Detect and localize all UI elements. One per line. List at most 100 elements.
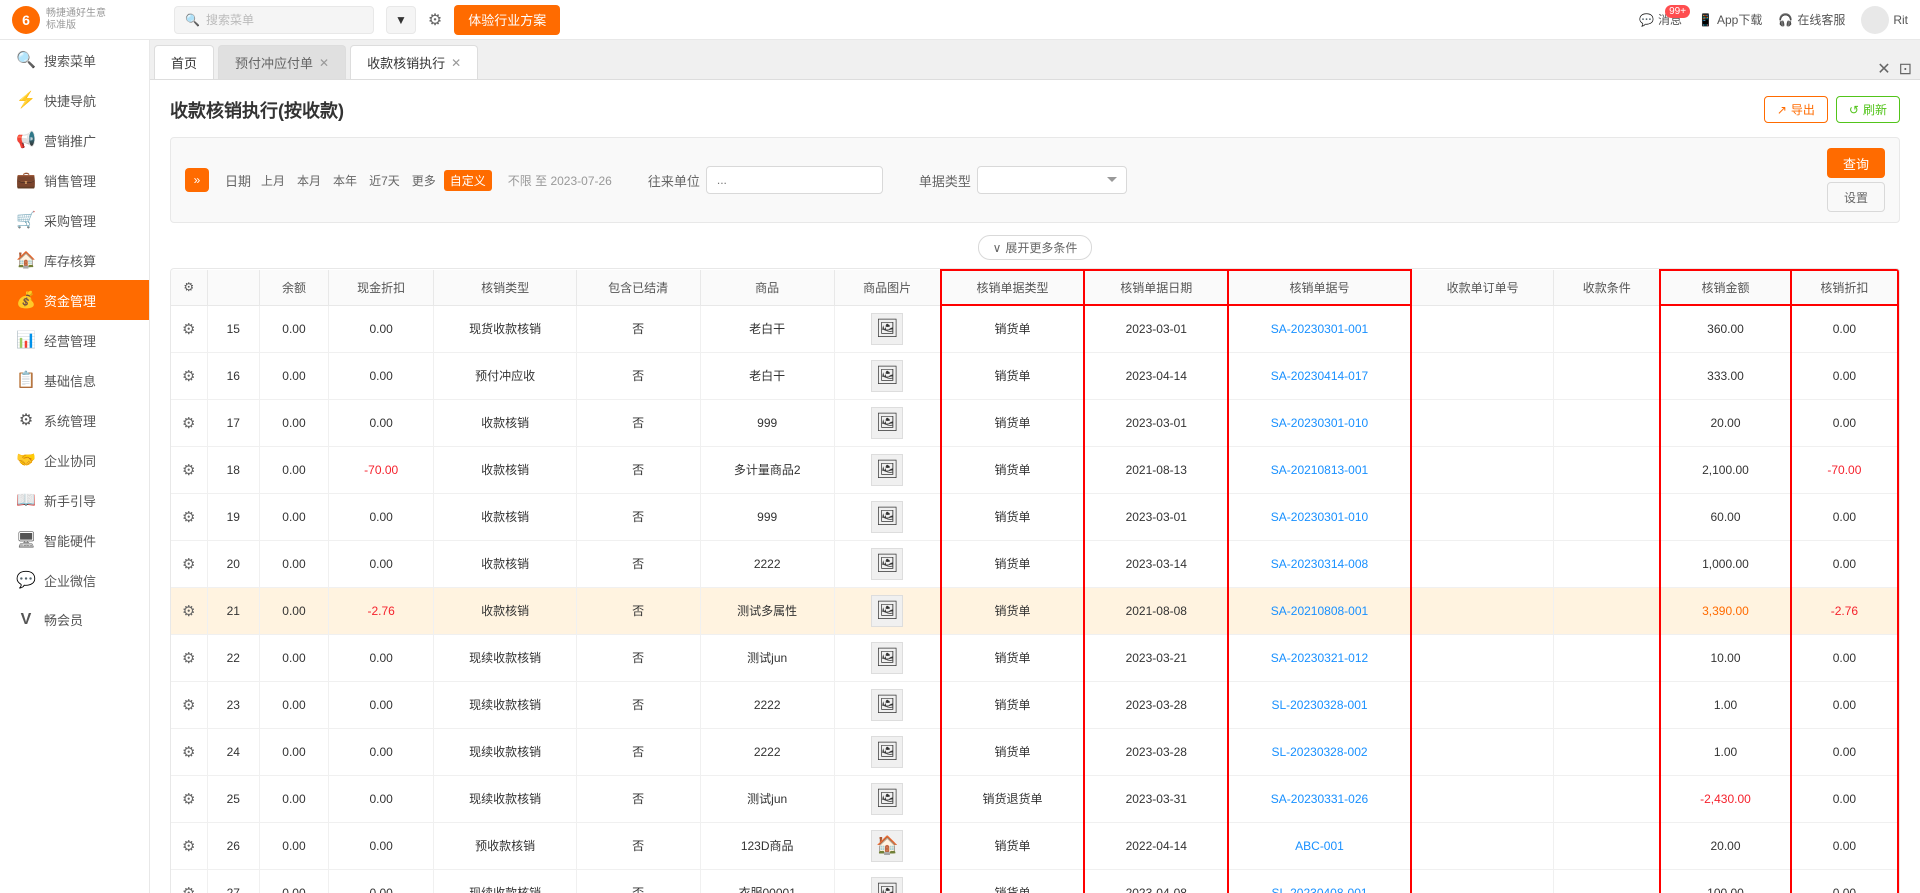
- cell-goods-img[interactable]: 🖼: [834, 728, 940, 775]
- online-service-area[interactable]: 🎧 在线客服: [1778, 11, 1845, 28]
- gear-button[interactable]: ⚙: [428, 10, 442, 30]
- search-box[interactable]: 🔍 搜索菜单: [174, 6, 374, 34]
- cell-gear[interactable]: ⚙: [171, 728, 207, 775]
- goods-image[interactable]: 🖼: [871, 360, 903, 392]
- period-more[interactable]: 更多: [408, 170, 440, 191]
- sidebar-item-collab[interactable]: 🤝 企业协同: [0, 440, 149, 480]
- sidebar-item-inventory[interactable]: 🏠 库存核算: [0, 240, 149, 280]
- cell-gear[interactable]: ⚙: [171, 399, 207, 446]
- sidebar-item-purchase[interactable]: 🛒 采购管理: [0, 200, 149, 240]
- cell-goods-img[interactable]: 🖼: [834, 493, 940, 540]
- counterparty-input[interactable]: [706, 166, 883, 194]
- close-icon[interactable]: ✕: [451, 56, 461, 70]
- cell-verify-bill-no: SA-20230301-010: [1228, 399, 1411, 446]
- tab-prepay[interactable]: 预付冲应付单 ✕: [218, 45, 346, 79]
- cell-goods-img[interactable]: 🖼: [834, 399, 940, 446]
- bill-no-link[interactable]: SA-20230331-026: [1271, 792, 1368, 806]
- sidebar-item-sales[interactable]: 💼 销售管理: [0, 160, 149, 200]
- sidebar-item-operations[interactable]: 📊 经营管理: [0, 320, 149, 360]
- app-download-area[interactable]: 📱 App下载: [1698, 11, 1762, 28]
- tab-verify[interactable]: 收款核销执行 ✕: [350, 45, 478, 79]
- goods-image[interactable]: 🖼: [871, 501, 903, 533]
- sidebar-item-member[interactable]: V 畅会员: [0, 600, 149, 639]
- goods-image[interactable]: 🖼: [871, 783, 903, 815]
- goods-image[interactable]: 🏠: [871, 830, 903, 862]
- cell-goods-img[interactable]: 🖼: [834, 587, 940, 634]
- tab-home[interactable]: 首页: [154, 45, 214, 79]
- cell-gear[interactable]: ⚙: [171, 822, 207, 869]
- cell-gear[interactable]: ⚙: [171, 305, 207, 352]
- bill-type-select[interactable]: [977, 166, 1127, 194]
- bill-no-link[interactable]: SA-20230301-001: [1271, 322, 1368, 336]
- goods-image[interactable]: 🖼: [871, 454, 903, 486]
- query-button[interactable]: 查询: [1827, 148, 1885, 178]
- message-icon-area[interactable]: 💬 消息 99+: [1639, 11, 1682, 28]
- sidebar-item-guide[interactable]: 📖 新手引导: [0, 480, 149, 520]
- goods-image[interactable]: 🖼: [871, 313, 903, 345]
- solution-button[interactable]: 体验行业方案: [454, 5, 560, 35]
- bill-no-link[interactable]: SA-20230301-010: [1271, 416, 1368, 430]
- cell-gear[interactable]: ⚙: [171, 869, 207, 893]
- export-button[interactable]: ↗ 导出: [1764, 96, 1828, 123]
- cell-gear[interactable]: ⚙: [171, 634, 207, 681]
- expand-more-button[interactable]: ∨ 展开更多条件: [978, 235, 1093, 260]
- cell-goods-img[interactable]: 🖼: [834, 681, 940, 728]
- period-this-year[interactable]: 本年: [329, 170, 361, 191]
- cell-goods-img[interactable]: 🖼: [834, 352, 940, 399]
- sidebar-item-wechat[interactable]: 💬 企业微信: [0, 560, 149, 600]
- cell-goods-img[interactable]: 🖼: [834, 305, 940, 352]
- tab-close-button[interactable]: ✕: [1877, 59, 1890, 79]
- bill-no-link[interactable]: SA-20210808-001: [1271, 604, 1368, 618]
- setting-button[interactable]: 设置: [1827, 182, 1885, 212]
- megaphone-icon: 📢: [16, 130, 36, 150]
- goods-image[interactable]: 🖼: [871, 548, 903, 580]
- bill-no-link[interactable]: SA-20230414-017: [1271, 369, 1368, 383]
- sidebar-item-marketing[interactable]: 📢 营销推广: [0, 120, 149, 160]
- bill-no-link[interactable]: SA-20210813-001: [1271, 463, 1368, 477]
- bill-no-link[interactable]: SL-20230328-001: [1271, 698, 1367, 712]
- user-area[interactable]: Rit: [1861, 6, 1908, 34]
- cell-gear[interactable]: ⚙: [171, 493, 207, 540]
- cell-gear[interactable]: ⚙: [171, 352, 207, 399]
- close-icon[interactable]: ✕: [319, 56, 329, 70]
- bill-type-group: 单据类型: [919, 166, 1127, 194]
- sidebar-item-quicknav[interactable]: ⚡ 快捷导航: [0, 80, 149, 120]
- goods-image[interactable]: 🖼: [871, 689, 903, 721]
- goods-image[interactable]: 🖼: [871, 407, 903, 439]
- goods-image[interactable]: 🖼: [871, 595, 903, 627]
- tab-maximize-button[interactable]: ⊡: [1899, 59, 1912, 79]
- cell-gear[interactable]: ⚙: [171, 540, 207, 587]
- goods-image[interactable]: 🖼: [871, 877, 903, 893]
- sidebar-item-hardware[interactable]: 🖥 智能硬件: [0, 520, 149, 560]
- cell-gear[interactable]: ⚙: [171, 681, 207, 728]
- refresh-button[interactable]: ↺ 刷新: [1836, 96, 1900, 123]
- dropdown-button[interactable]: ▼: [386, 6, 416, 34]
- cell-goods-img[interactable]: 🖼: [834, 634, 940, 681]
- bill-no-link[interactable]: SA-20230321-012: [1271, 651, 1368, 665]
- sidebar-item-system[interactable]: ⚙ 系统管理: [0, 400, 149, 440]
- bill-no-link[interactable]: SL-20230408-001: [1271, 886, 1367, 893]
- cell-goods-img[interactable]: 🖼: [834, 869, 940, 893]
- bill-no-link[interactable]: SA-20230314-008: [1271, 557, 1368, 571]
- filter-collapse-button[interactable]: »: [185, 168, 209, 192]
- sidebar-item-finance[interactable]: 💰 资金管理: [0, 280, 149, 320]
- goods-image[interactable]: 🖼: [871, 642, 903, 674]
- sidebar-item-basics[interactable]: 📋 基础信息: [0, 360, 149, 400]
- cell-goods-img[interactable]: 🖼: [834, 446, 940, 493]
- bill-no-link[interactable]: ABC-001: [1295, 839, 1344, 853]
- cell-goods-img[interactable]: 🏠: [834, 822, 940, 869]
- period-7days[interactable]: 近7天: [365, 170, 404, 191]
- cell-goods-img[interactable]: 🖼: [834, 775, 940, 822]
- cell-goods-img[interactable]: 🖼: [834, 540, 940, 587]
- period-this-month[interactable]: 本月: [293, 170, 325, 191]
- period-last-month[interactable]: 上月: [257, 170, 289, 191]
- goods-image[interactable]: 🖼: [871, 736, 903, 768]
- cell-gear[interactable]: ⚙: [171, 446, 207, 493]
- cell-gear[interactable]: ⚙: [171, 775, 207, 822]
- period-custom[interactable]: 自定义: [444, 170, 492, 191]
- col-settings[interactable]: ⚙: [171, 270, 207, 305]
- bill-no-link[interactable]: SL-20230328-002: [1271, 745, 1367, 759]
- sidebar-item-search[interactable]: 🔍 搜索菜单: [0, 40, 149, 80]
- cell-gear[interactable]: ⚙: [171, 587, 207, 634]
- bill-no-link[interactable]: SA-20230301-010: [1271, 510, 1368, 524]
